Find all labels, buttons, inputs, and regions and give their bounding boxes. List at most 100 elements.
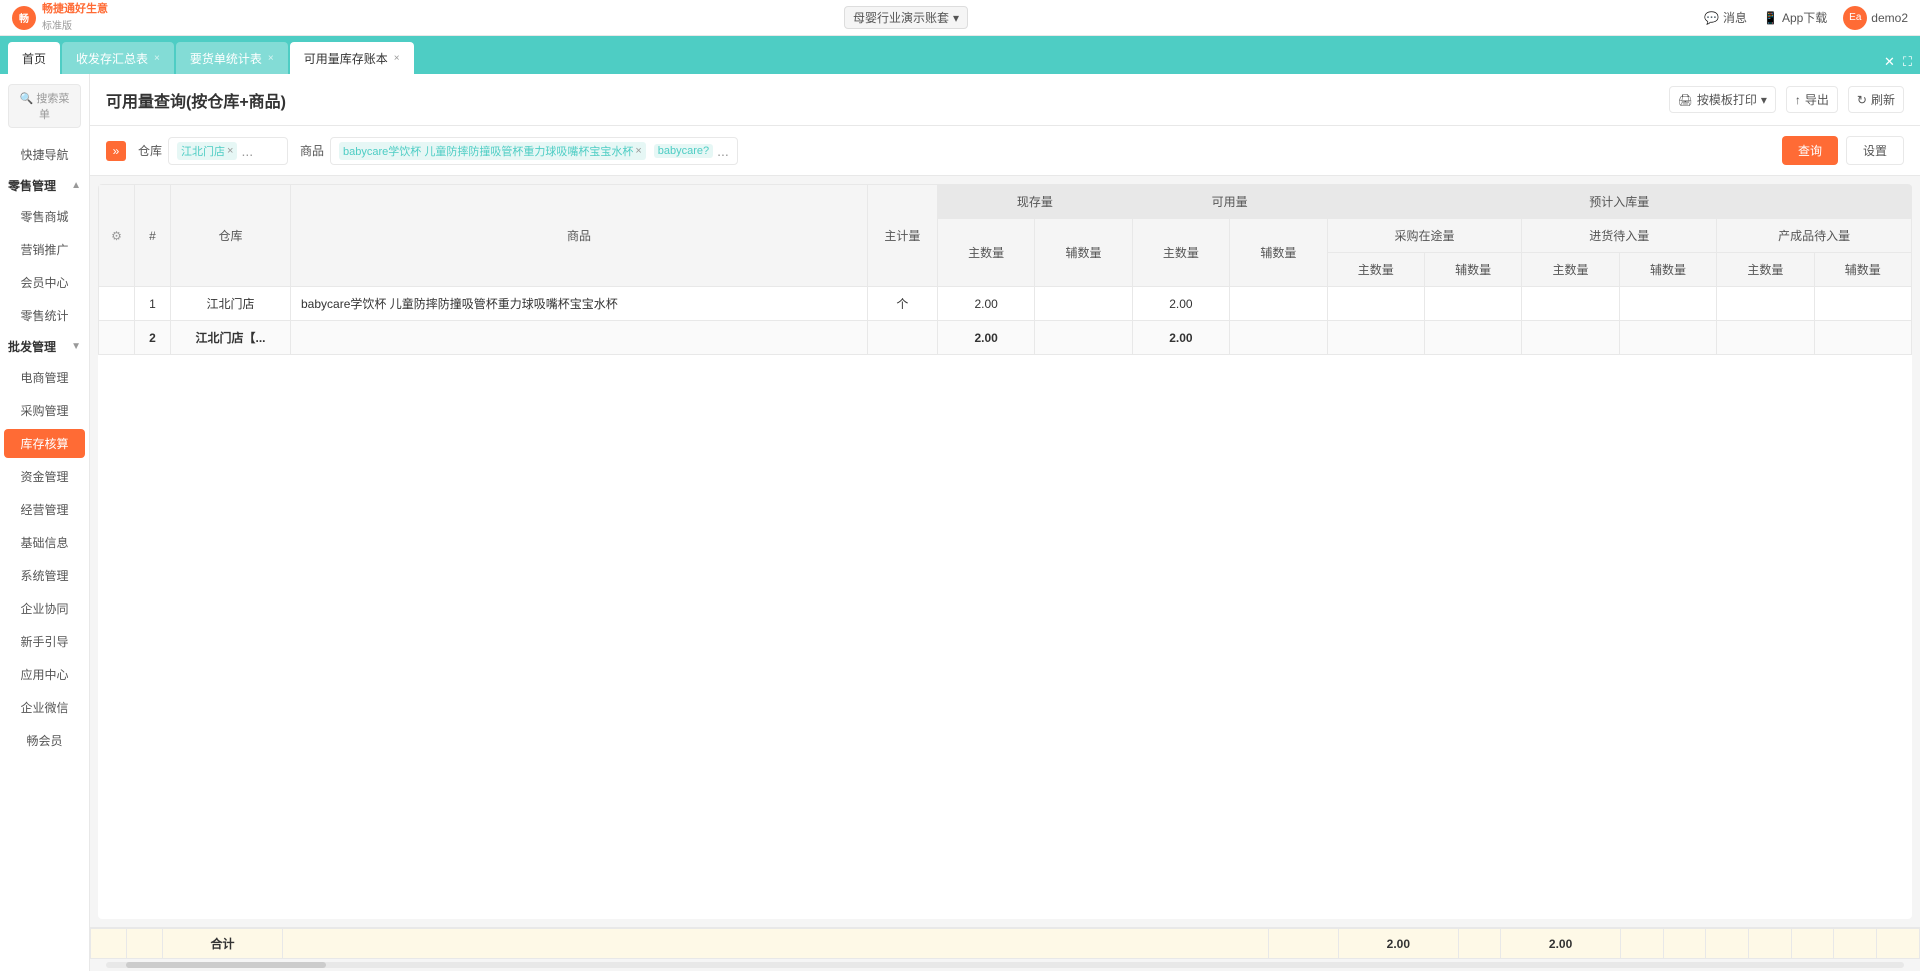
export-icon: ↑ <box>1795 93 1801 107</box>
sidebar-item-basic-info[interactable]: 基础信息 <box>0 526 89 559</box>
footer-p-pending-main <box>1748 929 1791 959</box>
app-download-btn[interactable]: 📱 App下载 <box>1763 9 1827 26</box>
sidebar-search-btn[interactable]: 🔍 搜索菜单 <box>8 84 81 128</box>
product-tag-2[interactable]: babycare? <box>654 144 713 158</box>
cell-prod-pending-aux-2 <box>1814 321 1911 355</box>
close-all-icon[interactable]: ✕ <box>1884 54 1895 70</box>
footer-label: 合计 <box>163 929 283 959</box>
cell-purchase-transit-aux-2 <box>1424 321 1521 355</box>
product-tag-1-remove[interactable]: × <box>635 145 641 157</box>
query-button[interactable]: 查询 <box>1782 136 1838 165</box>
industry-selector[interactable]: 母婴行业演示账套 ▾ <box>844 6 968 29</box>
print-btn[interactable]: 🖨 按模板打印 ▾ <box>1669 86 1776 113</box>
warehouse-more-icon[interactable]: ... <box>241 143 253 159</box>
th-avail-aux: 辅数量 <box>1230 219 1327 287</box>
footer-stock-main: 2.00 <box>1339 929 1459 959</box>
sidebar-member-label: 会员中心 <box>20 276 68 290</box>
sidebar-item-inventory[interactable]: 库存核算 <box>4 429 85 458</box>
scrollbar-thumb[interactable] <box>126 962 326 968</box>
sidebar-item-quick-nav[interactable]: 快捷导航 <box>0 138 89 171</box>
setting-button[interactable]: 设置 <box>1846 136 1904 165</box>
logo-text: 畅捷通好生意 <box>42 3 108 16</box>
user-area[interactable]: Ea demo2 <box>1843 6 1908 30</box>
tab-order-stat[interactable]: 要货单统计表 × <box>176 42 288 74</box>
sidebar-item-operation[interactable]: 经营管理 <box>0 493 89 526</box>
th-settings[interactable]: ⚙ <box>99 185 135 287</box>
product-more-indicator[interactable]: ... <box>717 143 729 159</box>
main-table: ⚙ # 仓库 商品 主计量 现存量 可用量 预计入库量 主数量 辅数量 主数量 <box>98 184 1912 355</box>
sidebar-item-ecommerce[interactable]: 电商管理 <box>0 361 89 394</box>
filter-actions: 查询 设置 <box>1782 136 1904 165</box>
sidebar-item-member2[interactable]: 畅会员 <box>0 724 89 757</box>
warehouse-tag[interactable]: 江北门店 × <box>177 142 237 160</box>
cell-stock-aux-2 <box>1035 321 1132 355</box>
sidebar-item-retail-mgmt[interactable]: 零售管理 ▲ <box>0 171 89 200</box>
tab-available-stock[interactable]: 可用量库存账本 × <box>290 42 414 74</box>
warehouse-input[interactable]: 江北门店 × ... <box>168 137 288 165</box>
sidebar-item-new-guide[interactable]: 新手引导 <box>0 625 89 658</box>
settings-icon[interactable]: ⚙ <box>111 229 122 243</box>
sidebar-wechat-label: 企业微信 <box>20 701 68 715</box>
product-filter: 商品 babycare学饮杯 儿童防摔防撞吸管杯重力球吸嘴杯宝宝水杯 × bab… <box>300 137 738 165</box>
page-header: 可用量查询(按仓库+商品) 🖨 按模板打印 ▾ ↑ 导出 ↻ 刷新 <box>90 74 1920 126</box>
sidebar-operation-label: 经营管理 <box>20 503 68 517</box>
sidebar-item-system[interactable]: 系统管理 <box>0 559 89 592</box>
cell-purchase-transit-aux <box>1424 287 1521 321</box>
sidebar-inventory-label: 库存核算 <box>20 437 68 451</box>
sidebar-item-finance[interactable]: 资金管理 <box>0 460 89 493</box>
th-warehouse: 仓库 <box>171 185 291 287</box>
cell-warehouse: 江北门店 <box>171 287 291 321</box>
tab-receive-send[interactable]: 收发存汇总表 × <box>62 42 174 74</box>
sidebar-item-retail-shop[interactable]: 零售商城 <box>0 200 89 233</box>
product-tag-1-value: babycare学饮杯 儿童防摔防撞吸管杯重力球吸嘴杯宝宝水杯 <box>343 143 633 159</box>
cell-avail-aux <box>1230 287 1327 321</box>
refresh-btn[interactable]: ↻ 刷新 <box>1848 86 1904 113</box>
chevron-down-icon: ▼ <box>71 341 81 352</box>
fullscreen-icon[interactable]: ⛶ <box>1903 54 1912 70</box>
sidebar-retail-stat-label: 零售统计 <box>20 309 68 323</box>
tab-receive-send-label: 收发存汇总表 <box>76 50 148 67</box>
sidebar-item-enterprise[interactable]: 企业协同 <box>0 592 89 625</box>
sidebar-item-retail-stat[interactable]: 零售统计 <box>0 299 89 332</box>
tab-receive-send-close[interactable]: × <box>154 53 160 64</box>
industry-selector-area[interactable]: 母婴行业演示账套 ▾ <box>844 6 968 29</box>
export-btn[interactable]: ↑ 导出 <box>1786 86 1838 113</box>
tab-home[interactable]: 首页 <box>8 42 60 74</box>
cell-avail-main: 2.00 <box>1132 287 1229 321</box>
sidebar-system-label: 系统管理 <box>20 569 68 583</box>
sidebar-item-purchase[interactable]: 采购管理 <box>0 394 89 427</box>
filter-bar: » 仓库 江北门店 × ... 商品 babycare学饮杯 儿童防摔防撞吸管杯… <box>90 126 1920 176</box>
sidebar-marketing-label: 营销推广 <box>20 243 68 257</box>
sidebar-item-marketing[interactable]: 营销推广 <box>0 233 89 266</box>
cell-unit: 个 <box>867 287 937 321</box>
cell-stock-main-2: 2.00 <box>937 321 1034 355</box>
sidebar-finance-label: 资金管理 <box>20 470 68 484</box>
footer-p-transit-aux <box>1706 929 1749 959</box>
sidebar-item-wholesale[interactable]: 批发管理 ▼ <box>0 332 89 361</box>
tab-order-stat-close[interactable]: × <box>268 53 274 64</box>
footer-cell-empty1 <box>91 929 127 959</box>
sidebar-retail-shop-label: 零售商城 <box>20 210 68 224</box>
cell-stock-main: 2.00 <box>937 287 1034 321</box>
logo-sub: 标准版 <box>42 17 108 32</box>
main-layout: 🔍 搜索菜单 快捷导航 零售管理 ▲ 零售商城 营销推广 会员中心 零售统计 批… <box>0 74 1920 971</box>
cell-product: babycare学饮杯 儿童防摔防撞吸管杯重力球吸嘴杯宝宝水杯 <box>291 287 868 321</box>
table-row: 1 江北门店 babycare学饮杯 儿童防摔防撞吸管杯重力球吸嘴杯宝宝水杯 个… <box>99 287 1912 321</box>
tab-available-stock-close[interactable]: × <box>394 53 400 64</box>
cell-purchase-transit-main <box>1327 287 1424 321</box>
warehouse-tag-remove[interactable]: × <box>227 145 233 157</box>
warehouse-label: 仓库 <box>138 142 162 159</box>
sidebar-item-wechat[interactable]: 企业微信 <box>0 691 89 724</box>
export-label: 导出 <box>1805 91 1829 108</box>
footer-avail-main: 2.00 <box>1501 929 1621 959</box>
product-tag-1[interactable]: babycare学饮杯 儿童防摔防撞吸管杯重力球吸嘴杯宝宝水杯 × <box>339 142 646 160</box>
message-btn[interactable]: 💬 消息 <box>1704 9 1747 26</box>
cell-purchase-transit-main-2 <box>1327 321 1424 355</box>
th-avail-main: 主数量 <box>1132 219 1229 287</box>
product-input[interactable]: babycare学饮杯 儿童防摔防撞吸管杯重力球吸嘴杯宝宝水杯 × babyca… <box>330 137 738 165</box>
sidebar-item-app-center[interactable]: 应用中心 <box>0 658 89 691</box>
page-title: 可用量查询(按仓库+商品) <box>106 88 286 112</box>
expand-filter-btn[interactable]: » <box>106 141 126 161</box>
sidebar-item-member[interactable]: 会员中心 <box>0 266 89 299</box>
footer-row: 合计 2.00 2.00 <box>91 929 1920 959</box>
